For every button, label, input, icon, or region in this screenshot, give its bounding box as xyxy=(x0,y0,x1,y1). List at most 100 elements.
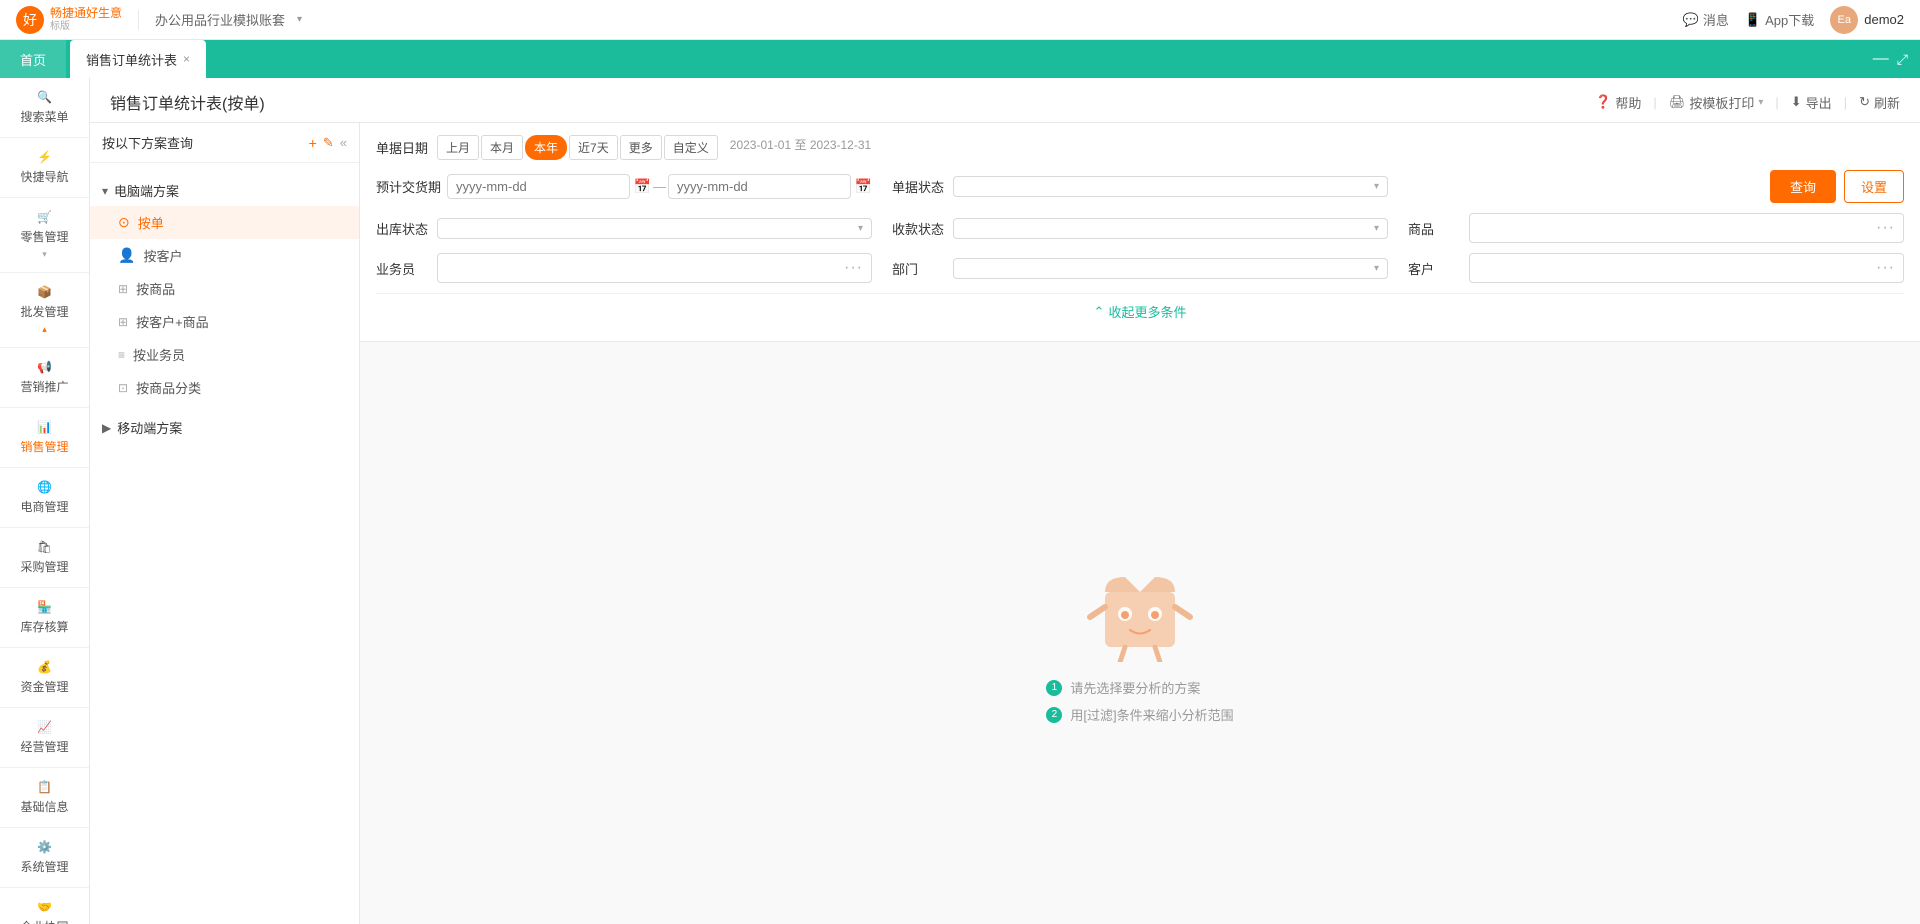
collapse-filter-label: 收起更多条件 xyxy=(1108,302,1186,321)
salesperson-input-area[interactable]: ··· xyxy=(437,253,872,283)
app-download-button[interactable]: 📱 App下载 xyxy=(1745,10,1814,29)
user-area[interactable]: Ea demo2 xyxy=(1830,6,1904,34)
sales-icon: 📊 xyxy=(37,420,52,434)
mobile-group-header[interactable]: ▶ 移动端方案 xyxy=(90,412,359,443)
tab-sales-order-stats[interactable]: 销售订单统计表 × xyxy=(70,40,206,78)
page-actions: ❓ 帮助 | 🖨 按模板打印 ▾ | ⬇ 导出 | ↻ 刷新 xyxy=(1595,93,1900,112)
customer-input-area[interactable]: ··· xyxy=(1469,253,1904,283)
mobile-group-label: 移动端方案 xyxy=(117,418,182,437)
salesperson-label: 业务员 xyxy=(376,259,431,278)
avatar: Ea xyxy=(1830,6,1858,34)
status-arrow: ▾ xyxy=(1374,181,1379,192)
date-range-text: 2023-01-01 至 2023-12-31 xyxy=(730,136,871,153)
expected-date-start-input[interactable] xyxy=(447,174,630,199)
tab-close-icon[interactable]: × xyxy=(183,52,190,66)
sidebar-item-ecommerce[interactable]: 🌐 电商管理 xyxy=(0,468,89,528)
custom-date-btn[interactable]: 自定义 xyxy=(664,135,718,160)
scheme-item-label: 按客户+商品 xyxy=(136,312,209,331)
payment-label: 收款状态 xyxy=(892,219,947,238)
sidebar-item-search-menu[interactable]: 🔍 搜索菜单 xyxy=(0,78,89,138)
calendar-icon-end[interactable]: 📅 xyxy=(855,178,872,195)
sidebar-item-enterprise[interactable]: 🤝 企业协同 xyxy=(0,888,89,924)
product-input-area[interactable]: ··· xyxy=(1469,213,1904,243)
collapse-filter-button[interactable]: ⌃ 收起更多条件 xyxy=(376,293,1904,329)
salesperson-filter: 业务员 ··· xyxy=(376,253,872,283)
help-button[interactable]: ❓ 帮助 xyxy=(1595,93,1641,112)
settings-button[interactable]: 设置 xyxy=(1844,170,1904,203)
sidebar-item-operations[interactable]: 📈 经营管理 xyxy=(0,708,89,768)
calendar-icon-start[interactable]: 📅 xyxy=(634,178,651,195)
sidebar-item-wholesale[interactable]: 📦 批发管理 ▴ xyxy=(0,273,89,348)
customer-label: 客户 xyxy=(1408,259,1463,278)
product-dots[interactable]: ··· xyxy=(1876,219,1895,237)
scheme-item-by-order[interactable]: ⊙ 按单 xyxy=(90,206,359,239)
page-title: 销售订单统计表(按单) xyxy=(110,90,265,114)
scheme-item-by-customer-product[interactable]: ⊞ 按客户+商品 xyxy=(90,305,359,338)
sidebar-item-marketing[interactable]: 📢 营销推广 xyxy=(0,348,89,408)
sidebar-item-retail[interactable]: 🛒 零售管理 ▾ xyxy=(0,198,89,273)
tab-home[interactable]: 首页 xyxy=(0,40,66,78)
department-select[interactable]: ▾ xyxy=(953,258,1388,279)
add-scheme-button[interactable]: + xyxy=(309,135,317,151)
payment-select[interactable]: ▾ xyxy=(953,218,1388,239)
message-button[interactable]: 💬 消息 xyxy=(1683,10,1729,29)
finance-icon: 💰 xyxy=(37,660,52,674)
scheme-item-by-customer[interactable]: 👤 按客户 xyxy=(90,239,359,272)
scheme-item-by-salesperson[interactable]: ≡ 按业务员 xyxy=(90,338,359,371)
logo-text: 畅捷通好生意 标版 xyxy=(50,6,122,32)
customer-dots[interactable]: ··· xyxy=(1876,259,1895,277)
current-year-btn[interactable]: 本年 xyxy=(525,135,567,160)
sidebar-item-basic-info[interactable]: 📋 基础信息 xyxy=(0,768,89,828)
expected-date-end-input[interactable] xyxy=(668,174,851,199)
scheme-item-by-product[interactable]: ⊞ 按商品 xyxy=(90,272,359,305)
right-panel: 单据日期 上月 本月 本年 近7天 更多 自定义 2023-01-0 xyxy=(360,123,1920,924)
desktop-group-header[interactable]: ▾ 电脑端方案 xyxy=(90,175,359,206)
scheme-item-label: 按业务员 xyxy=(133,345,185,364)
filter-grid: 预计交货期 📅 — 📅 单据状态 xyxy=(376,170,1904,283)
empty-svg xyxy=(1070,542,1210,662)
edit-scheme-button[interactable]: ✎ xyxy=(323,135,334,151)
scheme-item-by-product-category[interactable]: ⊡ 按商品分类 xyxy=(90,371,359,404)
last-month-btn[interactable]: 上月 xyxy=(437,135,479,160)
more-date-btn[interactable]: 更多 xyxy=(620,135,662,160)
expected-date-label: 预计交货期 xyxy=(376,177,441,196)
status-select[interactable]: ▾ xyxy=(953,176,1388,197)
status-filter: 单据状态 ▾ xyxy=(892,176,1388,197)
empty-hint: 1 请先选择要分析的方案 2 用[过滤]条件来缩小分析范围 xyxy=(1046,678,1233,724)
retail-icon: 🛒 xyxy=(37,210,52,224)
last7days-btn[interactable]: 近7天 xyxy=(569,135,618,160)
customer-product-scheme-icon: ⊞ xyxy=(118,315,128,329)
ecommerce-icon: 🌐 xyxy=(37,480,52,494)
page-dropdown-label[interactable]: 办公用品行业模拟账套 xyxy=(155,10,285,29)
sidebar-item-inventory[interactable]: 🏪 库存核算 xyxy=(0,588,89,648)
current-month-btn[interactable]: 本月 xyxy=(481,135,523,160)
tab-bar-actions: — ⤢ xyxy=(1873,50,1920,68)
template-print-button[interactable]: 🖨 按模板打印 ▾ xyxy=(1669,93,1764,112)
inventory-icon: 🏪 xyxy=(37,600,52,614)
quick-nav-icon: ⚡ xyxy=(37,150,52,164)
separator2: | xyxy=(1775,95,1778,110)
salesperson-dots[interactable]: ··· xyxy=(844,259,863,277)
minimize-icon[interactable]: — xyxy=(1873,50,1889,68)
sidebar-item-system[interactable]: ⚙️ 系统管理 xyxy=(0,828,89,888)
sidebar-item-finance[interactable]: 💰 资金管理 xyxy=(0,648,89,708)
delivery-select[interactable]: ▾ xyxy=(437,218,872,239)
dropdown-icon[interactable]: ▾ xyxy=(297,14,302,25)
search-button[interactable]: 查询 xyxy=(1770,170,1836,203)
left-panel-actions: + ✎ « xyxy=(309,135,347,151)
payment-arrow: ▾ xyxy=(1374,223,1379,234)
department-label: 部门 xyxy=(892,259,947,278)
product-scheme-icon: ⊞ xyxy=(118,282,128,296)
date-btn-group: 上月 本月 本年 近7天 更多 自定义 xyxy=(437,135,718,160)
system-icon: ⚙️ xyxy=(37,840,52,854)
sidebar-item-sales[interactable]: 📊 销售管理 xyxy=(0,408,89,468)
export-button[interactable]: ⬇ 导出 xyxy=(1791,93,1832,112)
operations-icon: 📈 xyxy=(37,720,52,734)
sidebar-item-quick-nav[interactable]: ⚡ 快捷导航 xyxy=(0,138,89,198)
hint-text-1: 请先选择要分析的方案 xyxy=(1070,678,1200,697)
sidebar-item-purchase[interactable]: 🛍 采购管理 xyxy=(0,528,89,588)
collapse-panel-button[interactable]: « xyxy=(340,135,347,150)
customer-scheme-icon: 👤 xyxy=(118,247,135,264)
refresh-button[interactable]: ↻ 刷新 xyxy=(1859,93,1900,112)
maximize-icon[interactable]: ⤢ xyxy=(1897,51,1908,68)
